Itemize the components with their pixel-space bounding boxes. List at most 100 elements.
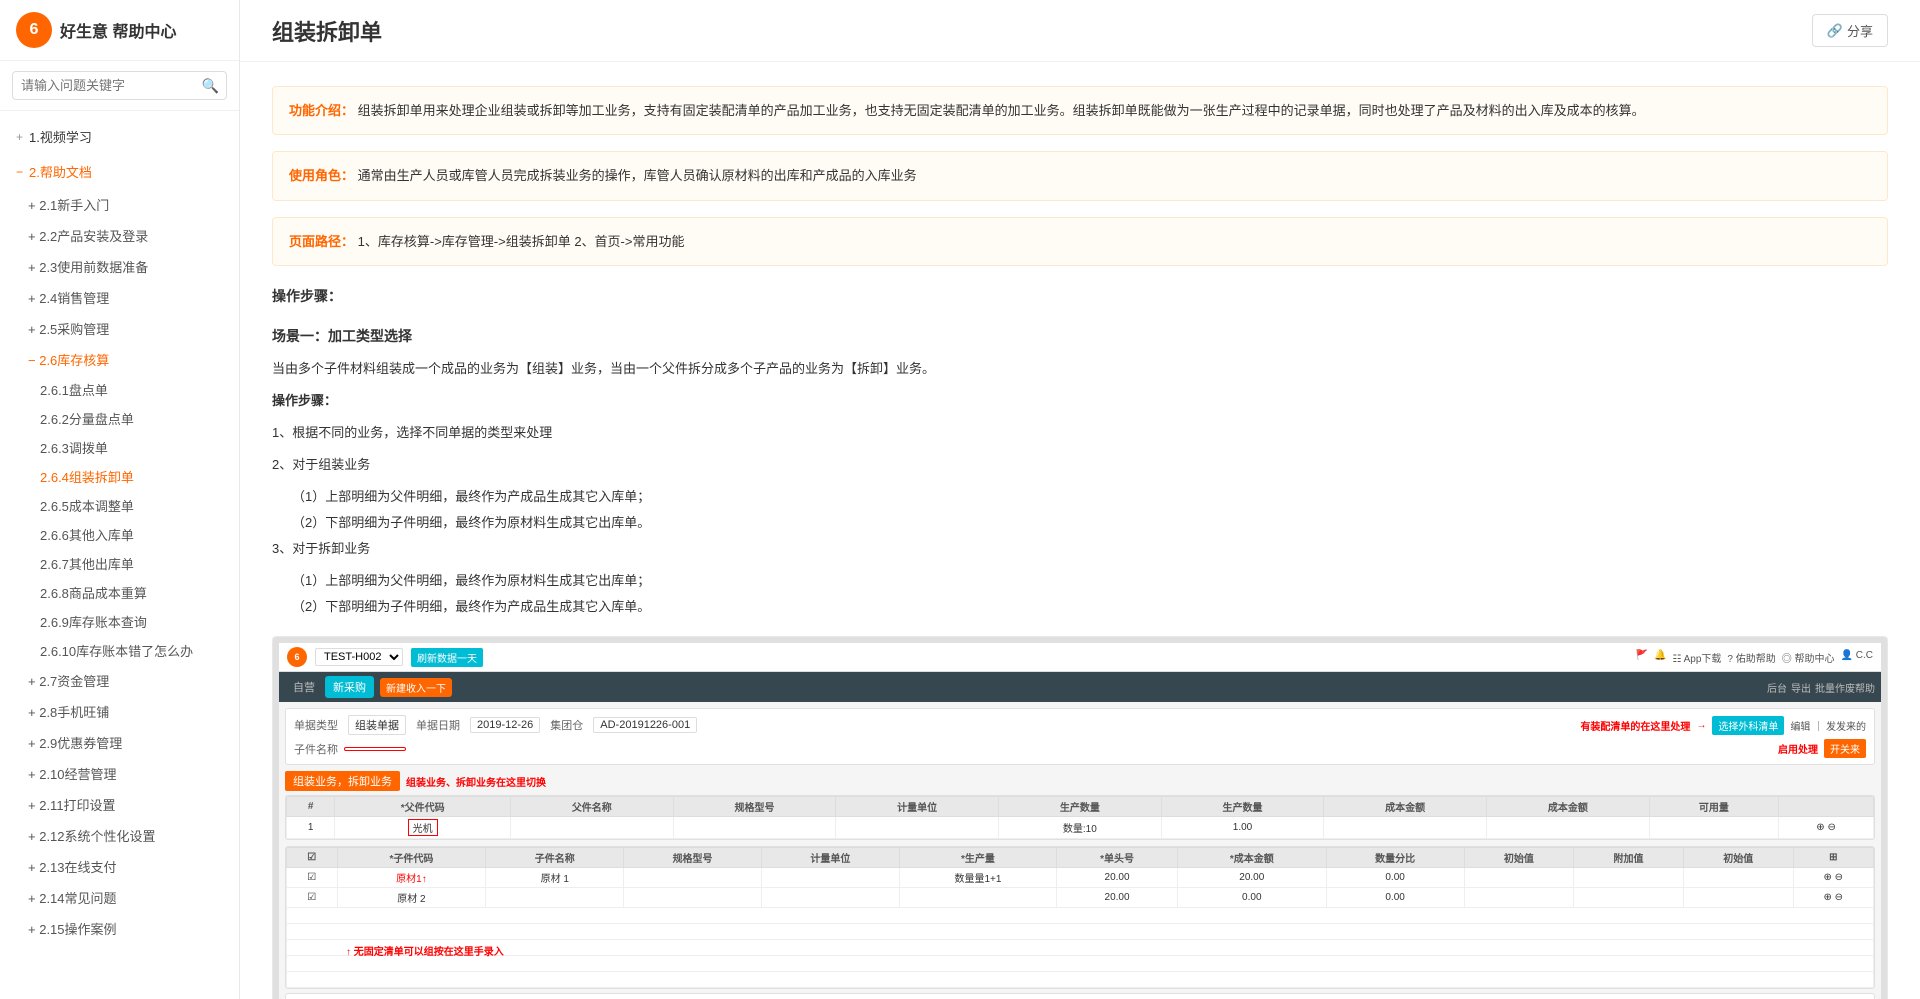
annotation1-group: 有装配清单的在这里处理 → 选择外科清单 编辑 ｜ 发发来的 [1580,716,1866,735]
sub-td-name2 [486,888,624,908]
top-bar: 组装拆卸单 🔗 分享 [240,0,1920,62]
td-cost2 [1487,817,1650,839]
sub-td-sel: ☑ [287,868,338,888]
sidebar-item-2.6.6[interactable]: 2.6.6其他入库单 [0,520,239,549]
share-button[interactable]: 🔗 分享 [1812,14,1888,47]
plus-icon: + [28,736,39,751]
td-qty2: 1.00 [1161,817,1324,839]
sidebar-item-print[interactable]: + 2.11打印设置 [0,789,239,820]
sidebar-item-online-pay[interactable]: + 2.13在线支付 [0,851,239,882]
sub-td-qty2 [899,888,1056,908]
th-spec: 规格型号 [673,797,836,817]
sidebar-item-management[interactable]: + 2.10经营管理 [0,758,239,789]
th-name: 父件名称 [510,797,673,817]
plus-icon: + [28,198,39,213]
share-icon: 🔗 [1827,23,1843,39]
nav-sub-sub-items-inventory: 2.6.1盘点单 2.6.2分量盘点单 2.6.3调拨单 2.6.4组装拆卸单 … [0,375,239,665]
sidebar-item-mobile[interactable]: + 2.8手机旺铺 [0,696,239,727]
sub-table-row-empty [287,940,1874,956]
sub-th-single: *单头号 [1057,848,1178,868]
sub-td-pct: 0.00 [1326,868,1464,888]
sub-th-name: 子件名称 [486,848,624,868]
nav-action-setting[interactable]: 批量作废帮助 [1815,680,1875,695]
sidebar-item-docs[interactable]: − 2.帮助文档 [0,154,239,189]
td-cost [1324,817,1487,839]
step3-1: （1）上部明细为父件明细，最终作为原材料生成其它出库单； [272,568,1888,594]
company-selector[interactable]: TEST-H002 [315,648,403,666]
th-avail: 可用量 [1649,797,1778,817]
role-text: 通常由生产人员或库管人员完成拆装业务的操作，库管人员确认原材料的出库和产成品的入… [358,168,917,183]
sidebar-item-inventory[interactable]: − 2.6库存核算 [0,344,239,375]
sub-td-single2: 20.00 [1057,888,1178,908]
table-row: 1 光机 数量:10 1.00 [287,817,1874,839]
path-block: 页面路径： 1、库存核算->库存管理->组装拆卸单 2、首页->常用功能 [272,217,1888,266]
enable-btn[interactable]: 开关来 [1824,739,1866,758]
scene1-label: 场景一：加工类型选择 [272,326,1888,346]
sidebar-item-data-prep[interactable]: + 2.3使用前数据准备 [0,251,239,282]
sidebar-item-coupon[interactable]: + 2.9优惠券管理 [0,727,239,758]
sidebar-item-2.6.4[interactable]: 2.6.4组装拆卸单 [0,462,239,491]
search-input[interactable] [12,71,227,100]
orange-title-bar: 组装业务，拆卸业务 [285,771,400,791]
step2-1: （1）上部明细为父件明细，最终作为产成品生成其它入库单； [272,484,1888,510]
step1: 1、根据不同的业务，选择不同单据的类型来处理 [272,420,1888,446]
sidebar-item-2.6.2[interactable]: 2.6.2分量盘点单 [0,404,239,433]
sidebar-item-2.6.10[interactable]: 2.6.10库存账本错了怎么办 [0,636,239,665]
td-spec [673,817,836,839]
sub-td-init2 [1683,868,1793,888]
sidebar-item-2.6.5[interactable]: 2.6.5成本调整单 [0,491,239,520]
sub-td-cost2: 0.00 [1177,888,1326,908]
form-field-child[interactable] [344,747,406,751]
sidebar-item-capital[interactable]: + 2.7资金管理 [0,665,239,696]
th-num: # [287,797,335,817]
sidebar-item-faq[interactable]: + 2.14常见问题 [0,882,239,913]
form-label-group: 集团仓 [550,717,583,733]
steps-label: 操作步骤： [272,286,1888,306]
search-icon[interactable]: 🔍 [202,77,219,94]
td-num: 1 [287,817,335,839]
form-value-type[interactable]: 组装单据 [348,715,406,735]
sidebar-item-cases[interactable]: + 2.15操作案例 [0,913,239,944]
minus-icon: − [16,165,23,179]
operation-steps-label: 操作步骤： [272,388,1888,414]
main-table: # *父件代码 父件名称 规格型号 计量单位 生产数量 生产数量 成本金额 成本… [286,796,1874,839]
sidebar-item-purchase[interactable]: + 2.5采购管理 [0,313,239,344]
sub-th-unit: 计量单位 [761,848,899,868]
select-list-btn[interactable]: 选择外科清单 [1712,716,1784,735]
sidebar-item-new-user[interactable]: + 2.1新手入门 [0,189,239,220]
sub-table-row-empty [287,972,1874,988]
nav-item-caigou[interactable]: 新采购 [325,676,374,698]
form-value-id[interactable]: AD-20191226-001 [593,717,697,733]
sidebar-item-video[interactable]: + 1.视频学习 [0,119,239,154]
nav-action-export[interactable]: 导出 [1791,680,1811,695]
plus-icon: + [28,260,39,275]
sub-annotation-text1: 原材1↑ [396,874,427,885]
step3-2: （2）下部明细为子件明细，最终作为产成品生成其它入库单。 [272,594,1888,620]
function-intro-block: 功能介绍： 组装拆卸单用来处理企业组装或拆卸等加工业务，支持有固定装配清单的产品… [272,86,1888,135]
form-value-date[interactable]: 2019-12-26 [470,717,540,733]
sidebar-item-2.6.1[interactable]: 2.6.1盘点单 [0,375,239,404]
plus-icon: + [28,891,39,906]
sidebar-item-install[interactable]: + 2.2产品安装及登录 [0,220,239,251]
sub-td-pct2: 0.00 [1326,888,1464,908]
nav-item-ziying[interactable]: 自营 [285,676,323,698]
sidebar-item-2.6.8[interactable]: 2.6.8商品成本重算 [0,578,239,607]
sub-td-ops2: ⊕ ⊖ [1793,888,1873,908]
sidebar-item-2.6.9[interactable]: 2.6.9库存账本查询 [0,607,239,636]
td-name [510,817,673,839]
sidebar-item-2.6.7[interactable]: 2.6.7其他出库单 [0,549,239,578]
refresh-btn[interactable]: 刷新数据一天 [411,648,483,667]
sub-td-single: 20.00 [1057,868,1178,888]
step2: 2、对于组装业务 [272,452,1888,478]
annotation2-area: 组装业务，拆卸业务 组装业务、拆卸业务在这里切换 [285,771,1875,791]
sidebar-item-sales[interactable]: + 2.4销售管理 [0,282,239,313]
sidebar-item-system[interactable]: + 2.12系统个性化设置 [0,820,239,851]
form-action-edit[interactable]: 编辑 ｜ 发发来的 [1790,718,1866,733]
help-icon: ? 佑助帮助 [1727,650,1775,665]
sub-th-sel: ☑ [287,848,338,868]
new-doc-btn[interactable]: 新建收入一下 [380,678,452,697]
plus-icon: + [28,860,39,875]
main-content: 组装拆卸单 🔗 分享 功能介绍： 组装拆卸单用来处理企业组装或拆卸等加工业务，支… [240,0,1920,999]
nav-action-print[interactable]: 后台 [1767,680,1787,695]
sidebar-item-2.6.3[interactable]: 2.6.3调拨单 [0,433,239,462]
